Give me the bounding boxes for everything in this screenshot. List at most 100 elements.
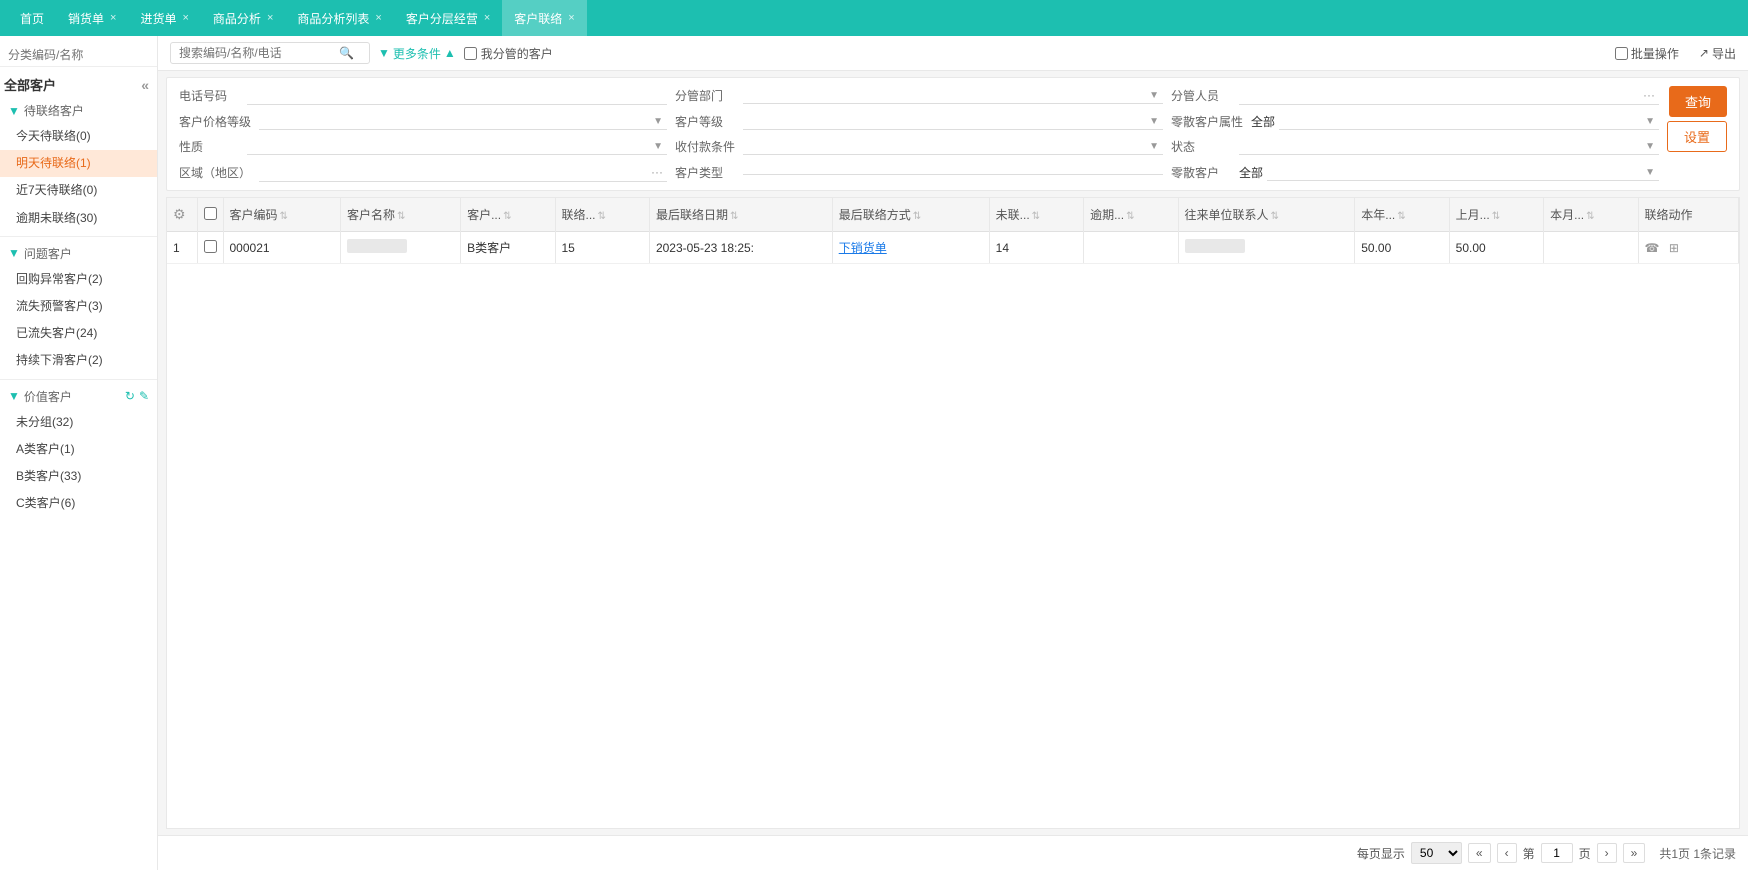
query-button[interactable]: 查询 (1669, 86, 1727, 117)
phone-input[interactable] (247, 86, 667, 105)
th-code: 客户编码⇅ (223, 198, 340, 232)
customer-type-select[interactable] (743, 170, 1163, 175)
sidebar-item-churned[interactable]: 已流失客户(24) (0, 320, 157, 347)
td-last-date: 2023-05-23 18:25: (649, 232, 832, 264)
qr-icon[interactable]: ⊞ (1669, 241, 1679, 255)
status-select[interactable]: ▼ (1239, 139, 1659, 155)
next-page-btn[interactable]: › (1597, 843, 1617, 863)
sidebar-search-input[interactable] (8, 48, 158, 62)
my-customers-checkbox[interactable]: 我分管的客户 (464, 45, 553, 62)
retail-customer-select[interactable]: ▼ (1267, 165, 1659, 181)
th-not-contacted: 未联...⇅ (989, 198, 1083, 232)
set-button[interactable]: 设置 (1667, 121, 1727, 152)
td-type: B类客户 (461, 232, 555, 264)
nav-customer-tier-close[interactable]: × (484, 12, 490, 24)
sidebar-item-today-contact[interactable]: 今天待联络(0) (0, 123, 157, 150)
dots-icon[interactable]: ··· (1643, 88, 1655, 102)
td-contact-count: 15 (555, 232, 649, 264)
sort-icon-4[interactable]: ⇅ (598, 211, 606, 222)
column-settings-icon[interactable]: ⚙ (173, 206, 186, 222)
search-input[interactable] (179, 46, 339, 60)
th-last-date: 最后联络日期⇅ (649, 198, 832, 232)
person-select[interactable]: ··· (1239, 86, 1659, 105)
retail-attr-select[interactable]: ▼ (1279, 114, 1659, 130)
sidebar-item-churn-warning[interactable]: 流失预警客户(3) (0, 293, 157, 320)
sidebar-item-a-class[interactable]: A类客户(1) (0, 436, 157, 463)
td-actions: ☎ ⊞ (1638, 232, 1738, 264)
nav-customer-contact-close[interactable]: × (568, 12, 574, 24)
group-value-customers: ▼ 价值客户 ↻ ✎ (0, 384, 157, 409)
page-number-input[interactable] (1541, 843, 1573, 863)
sort-icon-11[interactable]: ⇅ (1492, 211, 1500, 222)
my-customers-check[interactable] (464, 47, 477, 60)
nav-product-analysis-list-close[interactable]: × (375, 12, 381, 24)
refresh-icon[interactable]: ↻ (125, 389, 135, 403)
sort-icon-12[interactable]: ⇅ (1586, 211, 1594, 222)
first-page-btn[interactable]: « (1468, 843, 1491, 863)
payment-select[interactable]: ▼ (743, 139, 1163, 155)
table-row: 1 000021 B类客户 15 2023-05-23 18:25: 下销货单 … (167, 232, 1739, 264)
more-conditions-btn[interactable]: ▼ 更多条件 ▲ (378, 45, 456, 62)
th-contact-count: 联络...⇅ (555, 198, 649, 232)
th-type: 客户...⇅ (461, 198, 555, 232)
sort-icon-7[interactable]: ⇅ (1032, 211, 1040, 222)
sort-icon-9[interactable]: ⇅ (1271, 211, 1279, 222)
contact-icon[interactable]: ☎ (1645, 241, 1660, 255)
th-contacts: 往来单位联系人⇅ (1178, 198, 1355, 232)
filter-icon: ▼ (378, 46, 390, 60)
sort-icon-5[interactable]: ⇅ (730, 211, 738, 222)
dept-field: 分管部门 ▼ (675, 87, 1163, 104)
caret-icon-3: ▼ (1149, 116, 1159, 127)
batch-op-btn[interactable]: 批量操作 (1615, 45, 1679, 62)
nav-purchase-close[interactable]: × (182, 12, 188, 24)
sidebar-item-declining[interactable]: 持续下滑客户(2) (0, 347, 157, 374)
sort-icon-6[interactable]: ⇅ (913, 211, 921, 222)
export-btn[interactable]: ↗ 导出 (1699, 45, 1736, 62)
edit-icon[interactable]: ✎ (139, 389, 149, 403)
sidebar-search-area: 🔍 (0, 44, 157, 67)
contact-method-link[interactable]: 下销货单 (839, 241, 887, 255)
search-box[interactable]: 🔍 (170, 42, 370, 64)
prev-page-btn[interactable]: ‹ (1497, 843, 1517, 863)
sidebar-item-overdue-contact[interactable]: 逾期未联络(30) (0, 205, 157, 232)
search-icon-btn[interactable]: 🔍 (339, 46, 354, 60)
nav-purchase[interactable]: 进货单 × (128, 0, 200, 36)
customer-level-select[interactable]: ▼ (743, 114, 1163, 130)
sidebar-item-ungrouped[interactable]: 未分组(32) (0, 409, 157, 436)
batch-check[interactable] (1615, 47, 1628, 60)
sidebar-item-tomorrow-contact[interactable]: 明天待联络(1) (0, 150, 157, 177)
page-size-label: 每页显示 (1357, 845, 1405, 862)
sidebar-item-b-class[interactable]: B类客户(33) (0, 463, 157, 490)
sidebar-item-repurchase-abnormal[interactable]: 回购异常客户(2) (0, 266, 157, 293)
page-suffix: 页 (1579, 845, 1591, 862)
dept-select[interactable]: ▼ (743, 88, 1163, 104)
nav-customer-contact[interactable]: 客户联络 × (502, 0, 586, 36)
sort-icon-8[interactable]: ⇅ (1126, 211, 1134, 222)
sort-icon-2[interactable]: ⇅ (397, 211, 405, 222)
price-level-select[interactable]: ▼ (259, 114, 667, 130)
row-check[interactable] (204, 240, 217, 253)
dots-icon-2[interactable]: ··· (651, 165, 663, 179)
sidebar-collapse-btn[interactable]: « (141, 77, 149, 93)
sort-icon-10[interactable]: ⇅ (1397, 211, 1405, 222)
total-records: 共1页 1条记录 (1659, 845, 1736, 862)
nav-product-analysis-list[interactable]: 商品分析列表 × (285, 0, 393, 36)
nature-select[interactable]: ▼ (247, 139, 667, 155)
nav-sales[interactable]: 销货单 × (56, 0, 128, 36)
region-select[interactable]: ··· (259, 163, 667, 182)
nav-product-analysis[interactable]: 商品分析 × (201, 0, 285, 36)
nav-product-analysis-close[interactable]: × (267, 12, 273, 24)
nav-sales-close[interactable]: × (110, 12, 116, 24)
filter-bar: 🔍 ▼ 更多条件 ▲ 我分管的客户 批量操作 ↗ 导出 (158, 36, 1748, 71)
last-page-btn[interactable]: » (1623, 843, 1646, 863)
page-size-select[interactable]: 50 100 200 (1411, 842, 1462, 864)
data-table: ⚙ 客户编码⇅ 客户名称⇅ 客户...⇅ 联络...⇅ 最后联络日期⇅ 最后联络… (167, 198, 1739, 264)
sort-icon[interactable]: ⇅ (280, 211, 288, 222)
nav-home[interactable]: 首页 (8, 0, 56, 36)
th-overdue: 逾期...⇅ (1084, 198, 1178, 232)
sort-icon-3[interactable]: ⇅ (503, 211, 511, 222)
nav-customer-tier[interactable]: 客户分层经营 × (394, 0, 502, 36)
sidebar-item-c-class[interactable]: C类客户(6) (0, 490, 157, 517)
sidebar-item-7day-contact[interactable]: 近7天待联络(0) (0, 177, 157, 204)
select-all-check[interactable] (204, 207, 217, 220)
